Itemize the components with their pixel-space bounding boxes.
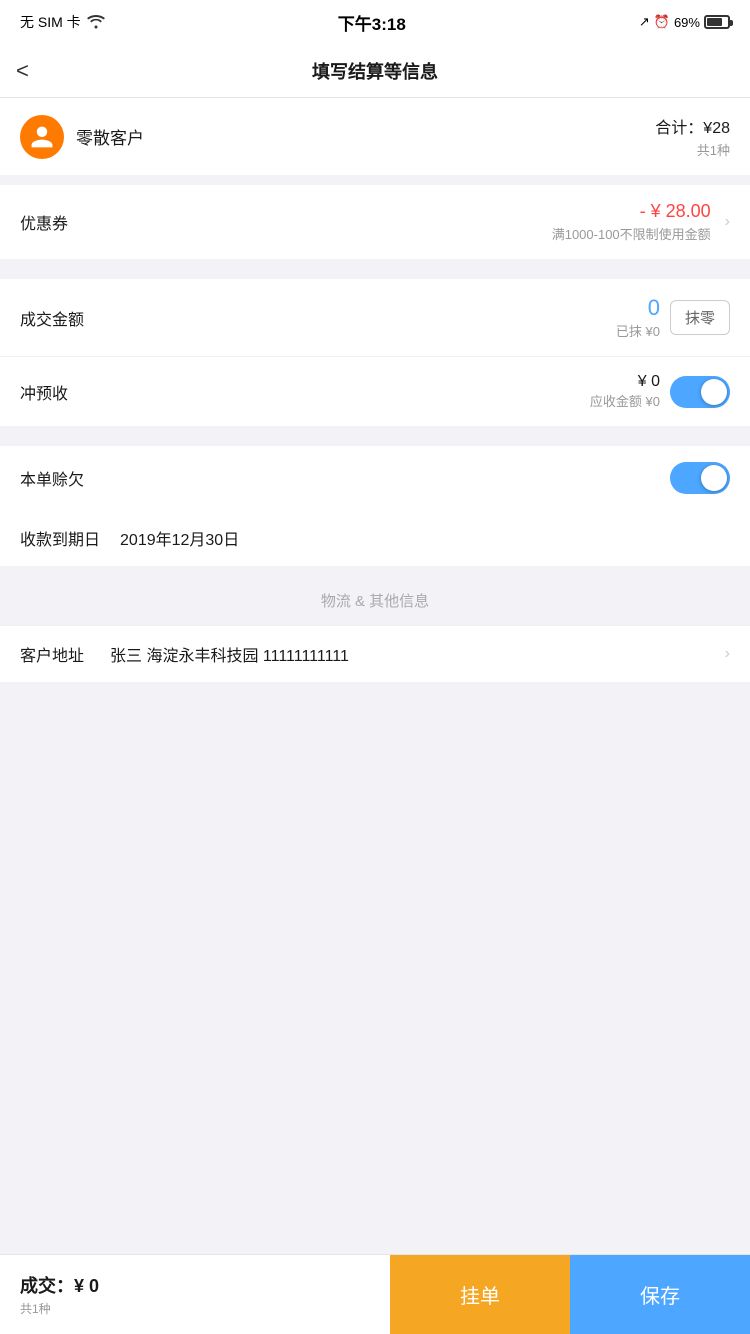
- status-right: ↗ ⏰ 69%: [639, 14, 730, 30]
- coupon-desc: 满1000-100不限制使用金额: [552, 224, 711, 243]
- round-zero-button[interactable]: 抹零: [670, 300, 730, 335]
- back-button[interactable]: <: [16, 58, 29, 84]
- debt-right: [670, 462, 730, 494]
- bottom-bar: 成交：¥ 0 共1种 挂单 保存: [0, 1254, 750, 1334]
- content: 零散客户 合计：¥28 共1种 优惠券 - ¥ 28.00 满1000-100不…: [0, 98, 750, 782]
- save-button[interactable]: 保存: [570, 1255, 750, 1334]
- deal-amount-right: 0 已抹 ¥0 抹零: [616, 295, 730, 340]
- debt-section: 本单赊欠 收款到期日 2019年12月30日: [0, 446, 750, 566]
- prepay-toggle[interactable]: [670, 376, 730, 408]
- alarm-icon: ⏰: [654, 14, 670, 30]
- deal-amount-label: 成交金额: [20, 306, 84, 330]
- address-section[interactable]: 客户地址 张三 海淀永丰科技园 11111111111 ›: [0, 625, 750, 682]
- due-date-label: 收款到期日: [20, 526, 100, 550]
- page-title: 填写结算等信息: [312, 58, 438, 84]
- coupon-section[interactable]: 优惠券 - ¥ 28.00 满1000-100不限制使用金额 ›: [0, 185, 750, 259]
- user-icon: [29, 124, 55, 150]
- section-divider-1: [0, 269, 750, 279]
- toggle-knob: [701, 379, 727, 405]
- status-left: 无 SIM 卡: [20, 12, 105, 32]
- customer-name: 零散客户: [76, 124, 144, 149]
- avatar: [20, 115, 64, 159]
- logistics-label: 物流 & 其他信息: [321, 590, 429, 611]
- bottom-info: 成交：¥ 0 共1种: [0, 1272, 390, 1317]
- address-value: 张三 海淀永丰科技园 11111111111: [110, 642, 721, 666]
- debt-toggle[interactable]: [670, 462, 730, 494]
- due-date-value: 2019年12月30日: [120, 526, 239, 550]
- bottom-count: 共1种: [20, 1300, 370, 1317]
- battery-percent: 69%: [674, 15, 700, 30]
- prepay-sub: 应收金额 ¥0: [590, 391, 660, 410]
- due-date-row: 收款到期日 2019年12月30日: [0, 510, 750, 566]
- chevron-right-icon: ›: [725, 213, 730, 231]
- address-row[interactable]: 客户地址 张三 海淀永丰科技园 11111111111 ›: [0, 625, 750, 682]
- location-icon: ↗: [639, 14, 650, 30]
- customer-left: 零散客户: [20, 115, 144, 159]
- prepay-row: 冲预收 ¥ 0 应收金额 ¥0: [0, 356, 750, 426]
- prepay-label: 冲预收: [20, 380, 68, 404]
- coupon-row[interactable]: 优惠券 - ¥ 28.00 满1000-100不限制使用金额 ›: [0, 185, 750, 259]
- debt-toggle-knob: [701, 465, 727, 491]
- deal-amount-section: 成交金额 0 已抹 ¥0 抹零 冲预收 ¥ 0 应收金额 ¥0: [0, 279, 750, 426]
- prepay-right: ¥ 0 应收金额 ¥0: [590, 373, 730, 410]
- address-label: 客户地址: [20, 642, 100, 666]
- prepay-value: ¥ 0: [590, 373, 660, 391]
- status-time: 下午3:18: [338, 10, 406, 35]
- logistics-divider: 物流 & 其他信息: [0, 576, 750, 625]
- coupon-label: 优惠券: [20, 210, 68, 234]
- bottom-deal-label: 成交：: [20, 1276, 74, 1296]
- hold-button[interactable]: 挂单: [390, 1255, 570, 1334]
- battery-icon: [704, 15, 730, 29]
- deal-amount-value: 0: [616, 295, 660, 321]
- status-bar: 无 SIM 卡 下午3:18 ↗ ⏰ 69%: [0, 0, 750, 44]
- coupon-discount: - ¥ 28.00: [552, 201, 711, 222]
- total-count: 共1种: [655, 140, 730, 159]
- section-divider-2: [0, 436, 750, 446]
- address-chevron-icon: ›: [725, 645, 730, 663]
- customer-row: 零散客户 合计：¥28 共1种: [0, 98, 750, 175]
- sim-status: 无 SIM 卡: [20, 12, 81, 32]
- total-amount: 合计：¥28: [655, 114, 730, 138]
- customer-summary: 合计：¥28 共1种: [655, 114, 730, 159]
- bottom-deal-value: ¥ 0: [74, 1276, 99, 1296]
- deal-amount-row: 成交金额 0 已抹 ¥0 抹零: [0, 279, 750, 356]
- debt-row: 本单赊欠: [0, 446, 750, 510]
- debt-label: 本单赊欠: [20, 466, 84, 490]
- deal-amount-sub: 已抹 ¥0: [616, 321, 660, 340]
- coupon-right: - ¥ 28.00 满1000-100不限制使用金额 ›: [552, 201, 730, 243]
- bottom-deal-amount: 成交：¥ 0: [20, 1272, 370, 1298]
- nav-bar: < 填写结算等信息: [0, 44, 750, 98]
- wifi-icon: [87, 15, 105, 29]
